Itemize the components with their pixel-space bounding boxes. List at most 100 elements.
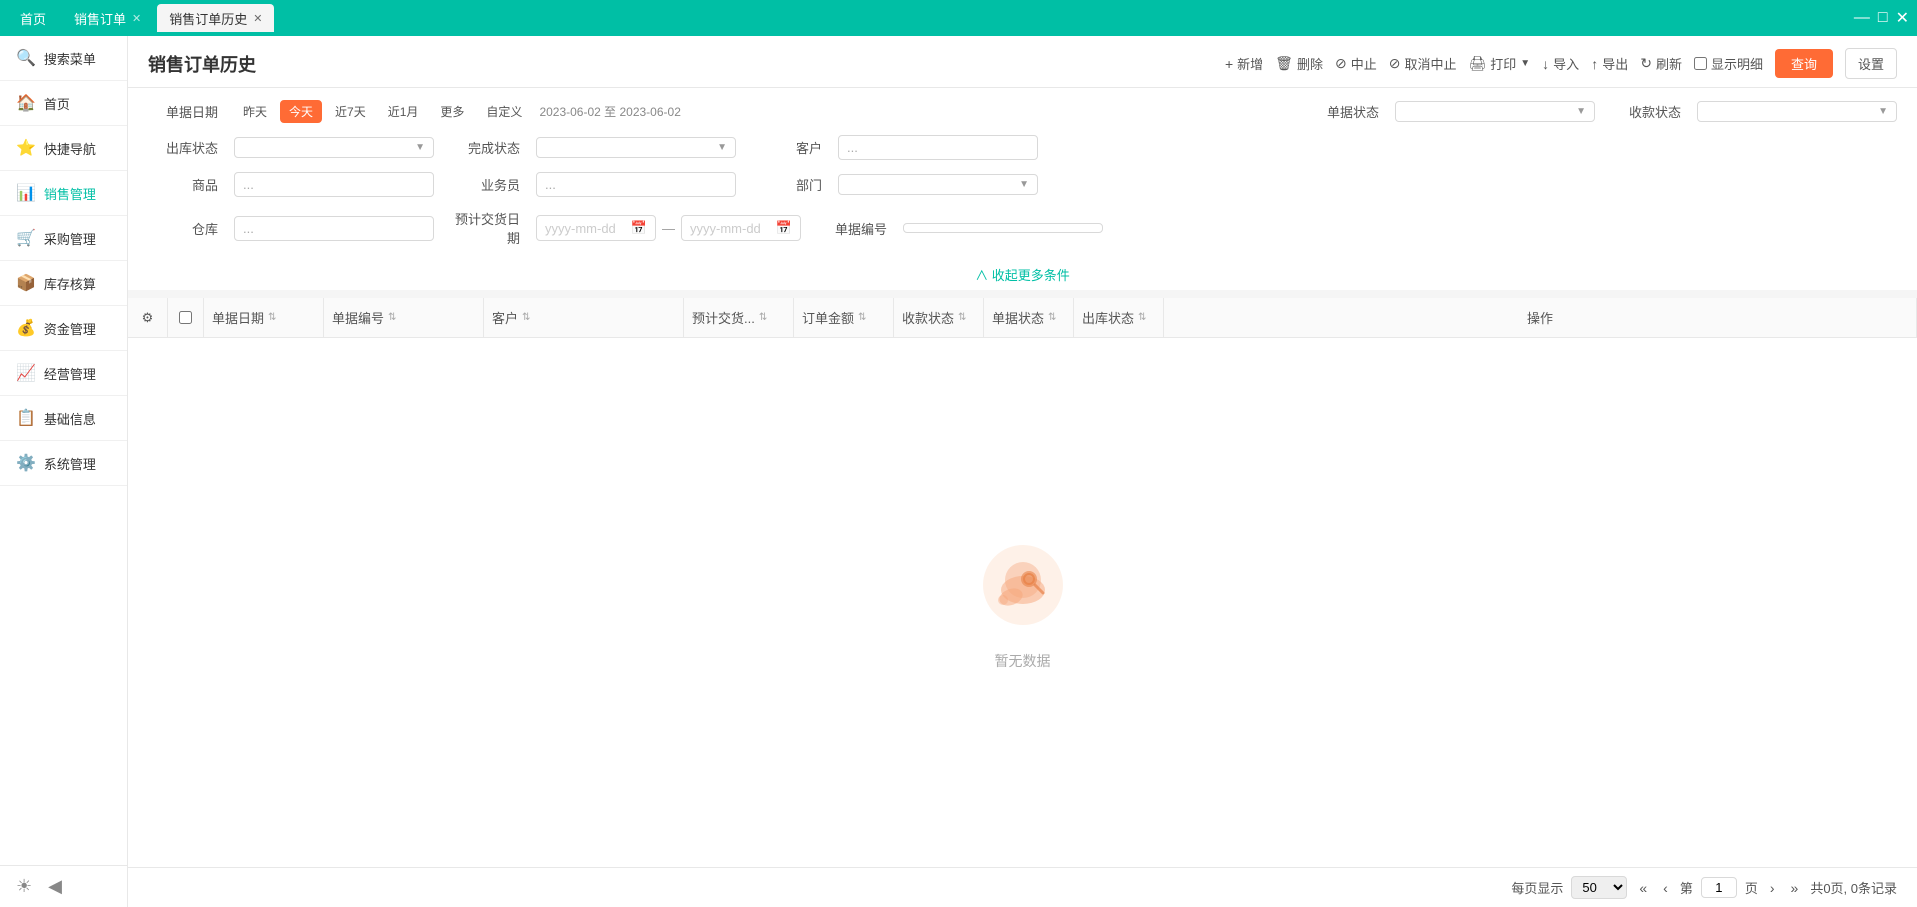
sidebar-item-purchase[interactable]: 🛒 采购管理 bbox=[0, 216, 127, 261]
salesperson-dotdot: ... bbox=[545, 177, 556, 192]
search-icon: 🔍 bbox=[16, 48, 36, 68]
close-window-icon[interactable]: ✕ bbox=[1896, 8, 1909, 28]
th-date-label: 单据日期 bbox=[212, 308, 264, 327]
th-no-label: 单据编号 bbox=[332, 308, 384, 327]
order-no-input[interactable] bbox=[903, 223, 1103, 233]
sidebar-item-home-label: 首页 bbox=[44, 94, 70, 113]
new-button[interactable]: + 新增 bbox=[1225, 54, 1263, 73]
star-icon: ⭐ bbox=[16, 138, 36, 158]
export-icon: ↑ bbox=[1591, 56, 1598, 72]
th-customer[interactable]: 客户 ⇅ bbox=[484, 298, 684, 337]
stop-button[interactable]: ⊘ 中止 bbox=[1335, 54, 1377, 73]
filter-row-date: 单据日期 昨天 今天 近7天 近1月 更多 自定义 2023-06-02 至 2… bbox=[148, 88, 1897, 123]
sales-icon: 📊 bbox=[16, 183, 36, 203]
order-status-select[interactable]: ▼ bbox=[1395, 101, 1595, 122]
sidebar-item-system[interactable]: ⚙️ 系统管理 bbox=[0, 441, 127, 486]
cancel-stop-icon: ⊘ bbox=[1389, 55, 1401, 72]
delivery-to-text: yyyy-mm-dd bbox=[690, 221, 761, 236]
date-btn-custom[interactable]: 自定义 bbox=[477, 100, 531, 123]
date-btn-more[interactable]: 更多 bbox=[431, 100, 473, 123]
date-btn-1month[interactable]: 近1月 bbox=[379, 100, 428, 123]
dept-arrow-icon: ▼ bbox=[1019, 179, 1029, 190]
finance-icon: 💰 bbox=[16, 318, 36, 338]
next-page-button[interactable]: › bbox=[1766, 880, 1779, 896]
date-btn-today[interactable]: 今天 bbox=[280, 100, 322, 123]
cancel-stop-button[interactable]: ⊘ 取消中止 bbox=[1389, 54, 1457, 73]
tab-home-label: 首页 bbox=[20, 9, 46, 28]
sidebar-item-basic[interactable]: 📋 基础信息 bbox=[0, 396, 127, 441]
date-btn-yesterday[interactable]: 昨天 bbox=[234, 100, 276, 123]
tab-sales-order[interactable]: 销售订单 ✕ bbox=[62, 4, 153, 32]
sidebar-item-sales[interactable]: 📊 销售管理 bbox=[0, 171, 127, 216]
page-number-input[interactable] bbox=[1701, 877, 1737, 898]
minimize-icon[interactable]: — bbox=[1854, 9, 1870, 27]
complete-status-label: 完成状态 bbox=[450, 138, 520, 157]
sidebar-item-shortcuts[interactable]: ⭐ 快捷导航 bbox=[0, 126, 127, 171]
goods-dotdot: ... bbox=[243, 177, 254, 192]
payment-status-select[interactable]: ▼ bbox=[1697, 101, 1897, 122]
settings-button[interactable]: 设置 bbox=[1845, 48, 1897, 79]
import-label: 导入 bbox=[1553, 54, 1579, 73]
sidebar-search[interactable]: 🔍 搜索菜单 bbox=[0, 36, 127, 81]
import-button[interactable]: ↓ 导入 bbox=[1542, 54, 1579, 73]
page-size-select[interactable]: 20 50 100 bbox=[1571, 876, 1627, 899]
dept-select[interactable]: ▼ bbox=[838, 174, 1038, 195]
th-delivery[interactable]: 预计交货... ⇅ bbox=[684, 298, 794, 337]
prev-page-button[interactable]: ‹ bbox=[1659, 880, 1672, 896]
th-out-status[interactable]: 出库状态 ⇅ bbox=[1074, 298, 1164, 337]
th-order-status[interactable]: 单据状态 ⇅ bbox=[984, 298, 1074, 337]
th-gear[interactable]: ⚙ bbox=[128, 298, 168, 337]
filter-row-goods: 商品 ... 业务员 ... 部门 ▼ bbox=[148, 172, 1897, 197]
delivery-date-to[interactable]: yyyy-mm-dd 📅 bbox=[681, 215, 801, 241]
delivery-date-group: yyyy-mm-dd 📅 — yyyy-mm-dd 📅 bbox=[536, 215, 801, 241]
first-page-button[interactable]: « bbox=[1635, 880, 1651, 896]
collapse-label: ∧ 收起更多条件 bbox=[975, 268, 1070, 283]
print-button[interactable]: 🖨 打印 ▼ bbox=[1468, 54, 1530, 73]
th-date[interactable]: 单据日期 ⇅ bbox=[204, 298, 324, 337]
select-all-checkbox[interactable] bbox=[179, 311, 192, 324]
salesperson-input[interactable]: ... bbox=[536, 172, 736, 197]
date-btn-7days[interactable]: 近7天 bbox=[326, 100, 375, 123]
last-page-button[interactable]: » bbox=[1787, 880, 1803, 896]
out-status-select[interactable]: ▼ bbox=[234, 137, 434, 158]
order-status-label: 单据状态 bbox=[1309, 102, 1379, 121]
sidebar-item-finance[interactable]: 💰 资金管理 bbox=[0, 306, 127, 351]
window-controls: — □ ✕ bbox=[1854, 8, 1909, 28]
tab-sales-history[interactable]: 销售订单历史 ✕ bbox=[157, 4, 274, 32]
tab-sales-order-label: 销售订单 bbox=[74, 9, 126, 28]
goods-input[interactable]: ... bbox=[234, 172, 434, 197]
sidebar: 🔍 搜索菜单 🏠 首页 ⭐ 快捷导航 📊 销售管理 🛒 采购管理 📦 库存核算 … bbox=[0, 36, 128, 907]
export-button[interactable]: ↑ 导出 bbox=[1591, 54, 1628, 73]
page-label-suffix: 页 bbox=[1745, 878, 1758, 897]
collapse-sidebar-icon[interactable]: ◀ bbox=[48, 876, 62, 897]
show-detail-checkbox[interactable] bbox=[1694, 57, 1707, 70]
sidebar-bottom: ☀ ◀ bbox=[0, 865, 127, 907]
sidebar-item-home[interactable]: 🏠 首页 bbox=[0, 81, 127, 126]
close-tab-sales-history-icon[interactable]: ✕ bbox=[253, 12, 262, 25]
tab-home[interactable]: 首页 bbox=[8, 4, 58, 32]
query-button[interactable]: 查询 bbox=[1775, 49, 1833, 78]
delivery-date-label: 预计交货日期 bbox=[450, 209, 520, 247]
delete-icon: 🗑 bbox=[1275, 55, 1293, 72]
th-check[interactable] bbox=[168, 298, 204, 337]
th-delivery-label: 预计交货... bbox=[692, 308, 755, 327]
sidebar-item-inventory[interactable]: 📦 库存核算 bbox=[0, 261, 127, 306]
delete-button[interactable]: 🗑 删除 bbox=[1275, 54, 1323, 73]
show-detail-checkbox-label[interactable]: 显示明细 bbox=[1694, 54, 1763, 73]
delivery-date-from[interactable]: yyyy-mm-dd 📅 bbox=[536, 215, 656, 241]
customer-input[interactable]: ... bbox=[838, 135, 1038, 160]
refresh-button[interactable]: ↻ 刷新 bbox=[1640, 54, 1682, 73]
maximize-icon[interactable]: □ bbox=[1878, 9, 1888, 27]
th-pay-status[interactable]: 收款状态 ⇅ bbox=[894, 298, 984, 337]
calendar-from-icon: 📅 bbox=[631, 220, 647, 236]
date-filter-label: 单据日期 bbox=[148, 102, 218, 121]
th-no[interactable]: 单据编号 ⇅ bbox=[324, 298, 484, 337]
complete-status-select[interactable]: ▼ bbox=[536, 137, 736, 158]
close-tab-sales-order-icon[interactable]: ✕ bbox=[132, 12, 141, 25]
warehouse-input[interactable]: ... bbox=[234, 216, 434, 241]
settings-bottom-icon[interactable]: ☀ bbox=[16, 876, 32, 897]
th-amount[interactable]: 订单金额 ⇅ bbox=[794, 298, 894, 337]
collapse-filters-button[interactable]: ∧ 收起更多条件 bbox=[148, 259, 1897, 290]
sidebar-item-operations[interactable]: 📈 经营管理 bbox=[0, 351, 127, 396]
sidebar-search-label: 搜索菜单 bbox=[44, 49, 96, 68]
